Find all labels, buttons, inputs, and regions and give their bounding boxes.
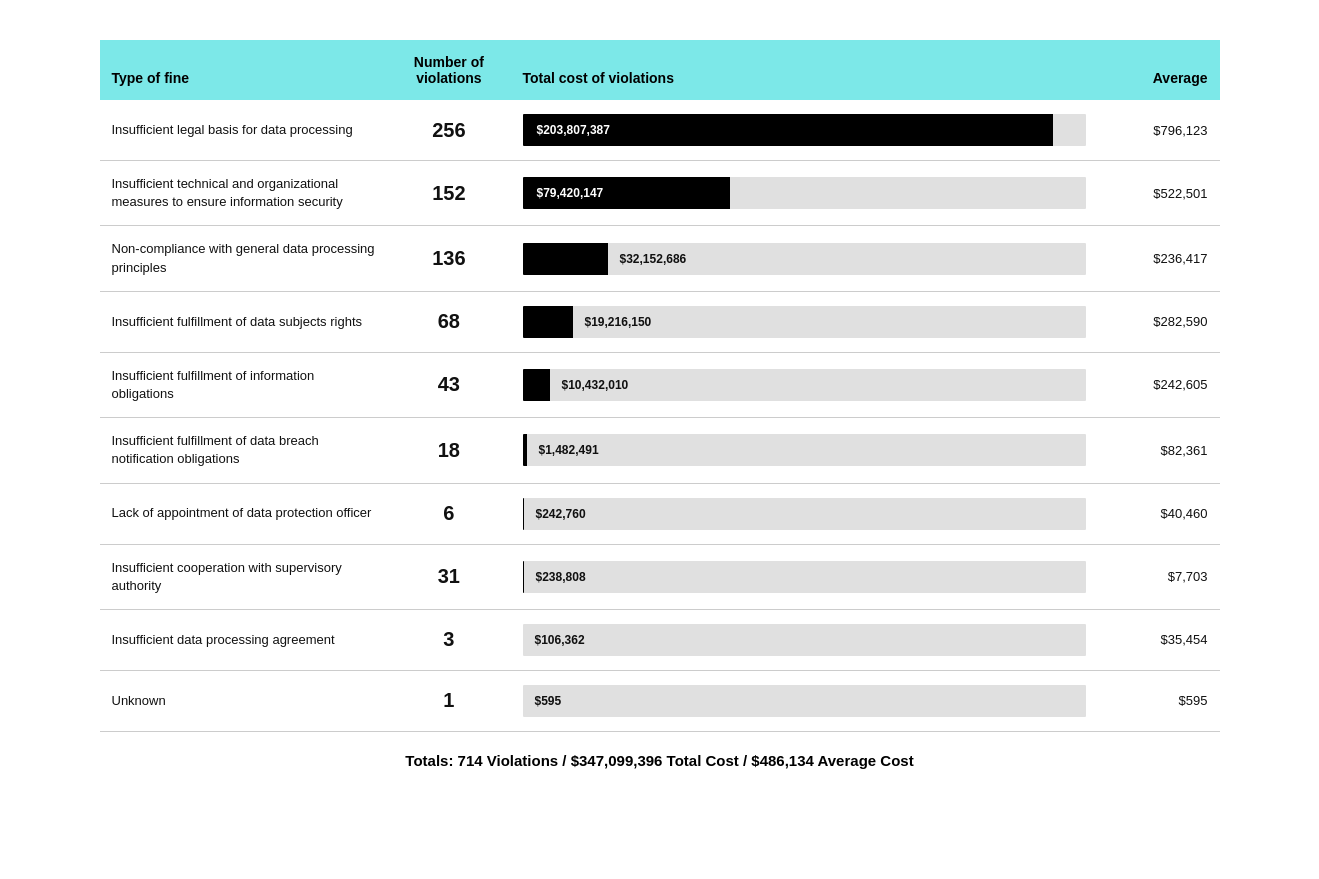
cell-chart: $106,362 xyxy=(511,609,1107,670)
bar-fill xyxy=(523,243,608,275)
table-row: Lack of appointment of data protection o… xyxy=(100,483,1220,544)
cell-average: $796,123 xyxy=(1106,100,1219,161)
violations-table: Type of fine Number ofviolations Total c… xyxy=(100,40,1220,732)
bar-container: $203,807,387 xyxy=(523,114,1087,146)
bar-fill xyxy=(523,561,524,593)
table-row: Unknown1 $595 $595 xyxy=(100,670,1220,731)
cell-average: $595 xyxy=(1106,670,1219,731)
bar-label: $10,432,010 xyxy=(556,378,629,392)
cell-violations: 256 xyxy=(387,100,510,161)
table-row: Non-compliance with general data process… xyxy=(100,226,1220,291)
bar-label: $595 xyxy=(529,694,562,708)
bar-container: $19,216,150 xyxy=(523,306,1087,338)
table-row: Insufficient fulfillment of data subject… xyxy=(100,291,1220,352)
bar-container: $1,482,491 xyxy=(523,434,1087,466)
cell-average: $522,501 xyxy=(1106,161,1219,226)
bar-label: $242,760 xyxy=(530,507,586,521)
cell-violations: 6 xyxy=(387,483,510,544)
cell-average: $282,590 xyxy=(1106,291,1219,352)
bar-fill xyxy=(523,369,550,401)
cell-average: $40,460 xyxy=(1106,483,1219,544)
cell-chart: $1,482,491 xyxy=(511,418,1107,483)
cell-average: $242,605 xyxy=(1106,352,1219,417)
bar-container: $242,760 xyxy=(523,498,1087,530)
cell-type: Insufficient cooperation with supervisor… xyxy=(100,544,388,609)
bar-label: $203,807,387 xyxy=(531,123,610,137)
cell-type: Unknown xyxy=(100,670,388,731)
cell-type: Lack of appointment of data protection o… xyxy=(100,483,388,544)
cell-violations: 152 xyxy=(387,161,510,226)
bar-container: $595 xyxy=(523,685,1087,717)
table-header-row: Type of fine Number ofviolations Total c… xyxy=(100,40,1220,100)
bar-container: $32,152,686 xyxy=(523,243,1087,275)
cell-chart: $19,216,150 xyxy=(511,291,1107,352)
bar-label: $32,152,686 xyxy=(614,252,687,266)
cell-chart: $238,808 xyxy=(511,544,1107,609)
cell-chart: $10,432,010 xyxy=(511,352,1107,417)
cell-average: $7,703 xyxy=(1106,544,1219,609)
bar-fill xyxy=(523,434,527,466)
table-row: Insufficient data processing agreement3 $… xyxy=(100,609,1220,670)
cell-type: Insufficient technical and organizationa… xyxy=(100,161,388,226)
table-row: Insufficient technical and organizationa… xyxy=(100,161,1220,226)
cell-violations: 43 xyxy=(387,352,510,417)
bar-fill xyxy=(523,498,524,530)
cell-type: Insufficient fulfillment of data subject… xyxy=(100,291,388,352)
cell-type: Non-compliance with general data process… xyxy=(100,226,388,291)
cell-chart: $595 xyxy=(511,670,1107,731)
table-row: Insufficient legal basis for data proces… xyxy=(100,100,1220,161)
header-average: Average xyxy=(1106,40,1219,100)
totals-summary: Totals: 714 Violations / $347,099,396 To… xyxy=(100,752,1220,769)
bar-container: $106,362 xyxy=(523,624,1087,656)
header-chart: Total cost of violations xyxy=(511,40,1107,100)
bar-label: $1,482,491 xyxy=(533,443,599,457)
cell-type: Insufficient fulfillment of data breach … xyxy=(100,418,388,483)
cell-chart: $203,807,387 xyxy=(511,100,1107,161)
bar-container: $10,432,010 xyxy=(523,369,1087,401)
header-violations: Number ofviolations xyxy=(387,40,510,100)
cell-chart: $242,760 xyxy=(511,483,1107,544)
cell-violations: 18 xyxy=(387,418,510,483)
cell-violations: 3 xyxy=(387,609,510,670)
table-row: Insufficient cooperation with supervisor… xyxy=(100,544,1220,609)
cell-chart: $32,152,686 xyxy=(511,226,1107,291)
table-row: Insufficient fulfillment of information … xyxy=(100,352,1220,417)
cell-violations: 31 xyxy=(387,544,510,609)
cell-average: $236,417 xyxy=(1106,226,1219,291)
bar-label: $79,420,147 xyxy=(531,186,604,200)
main-container: Type of fine Number ofviolations Total c… xyxy=(60,20,1260,799)
bar-fill xyxy=(523,306,573,338)
cell-type: Insufficient fulfillment of information … xyxy=(100,352,388,417)
bar-label: $106,362 xyxy=(529,633,585,647)
bar-container: $79,420,147 xyxy=(523,177,1087,209)
cell-average: $82,361 xyxy=(1106,418,1219,483)
bar-container: $238,808 xyxy=(523,561,1087,593)
table-row: Insufficient fulfillment of data breach … xyxy=(100,418,1220,483)
cell-chart: $79,420,147 xyxy=(511,161,1107,226)
cell-type: Insufficient legal basis for data proces… xyxy=(100,100,388,161)
bar-label: $238,808 xyxy=(530,570,586,584)
cell-violations: 136 xyxy=(387,226,510,291)
cell-violations: 1 xyxy=(387,670,510,731)
header-type: Type of fine xyxy=(100,40,388,100)
cell-violations: 68 xyxy=(387,291,510,352)
cell-type: Insufficient data processing agreement xyxy=(100,609,388,670)
cell-average: $35,454 xyxy=(1106,609,1219,670)
bar-label: $19,216,150 xyxy=(579,315,652,329)
